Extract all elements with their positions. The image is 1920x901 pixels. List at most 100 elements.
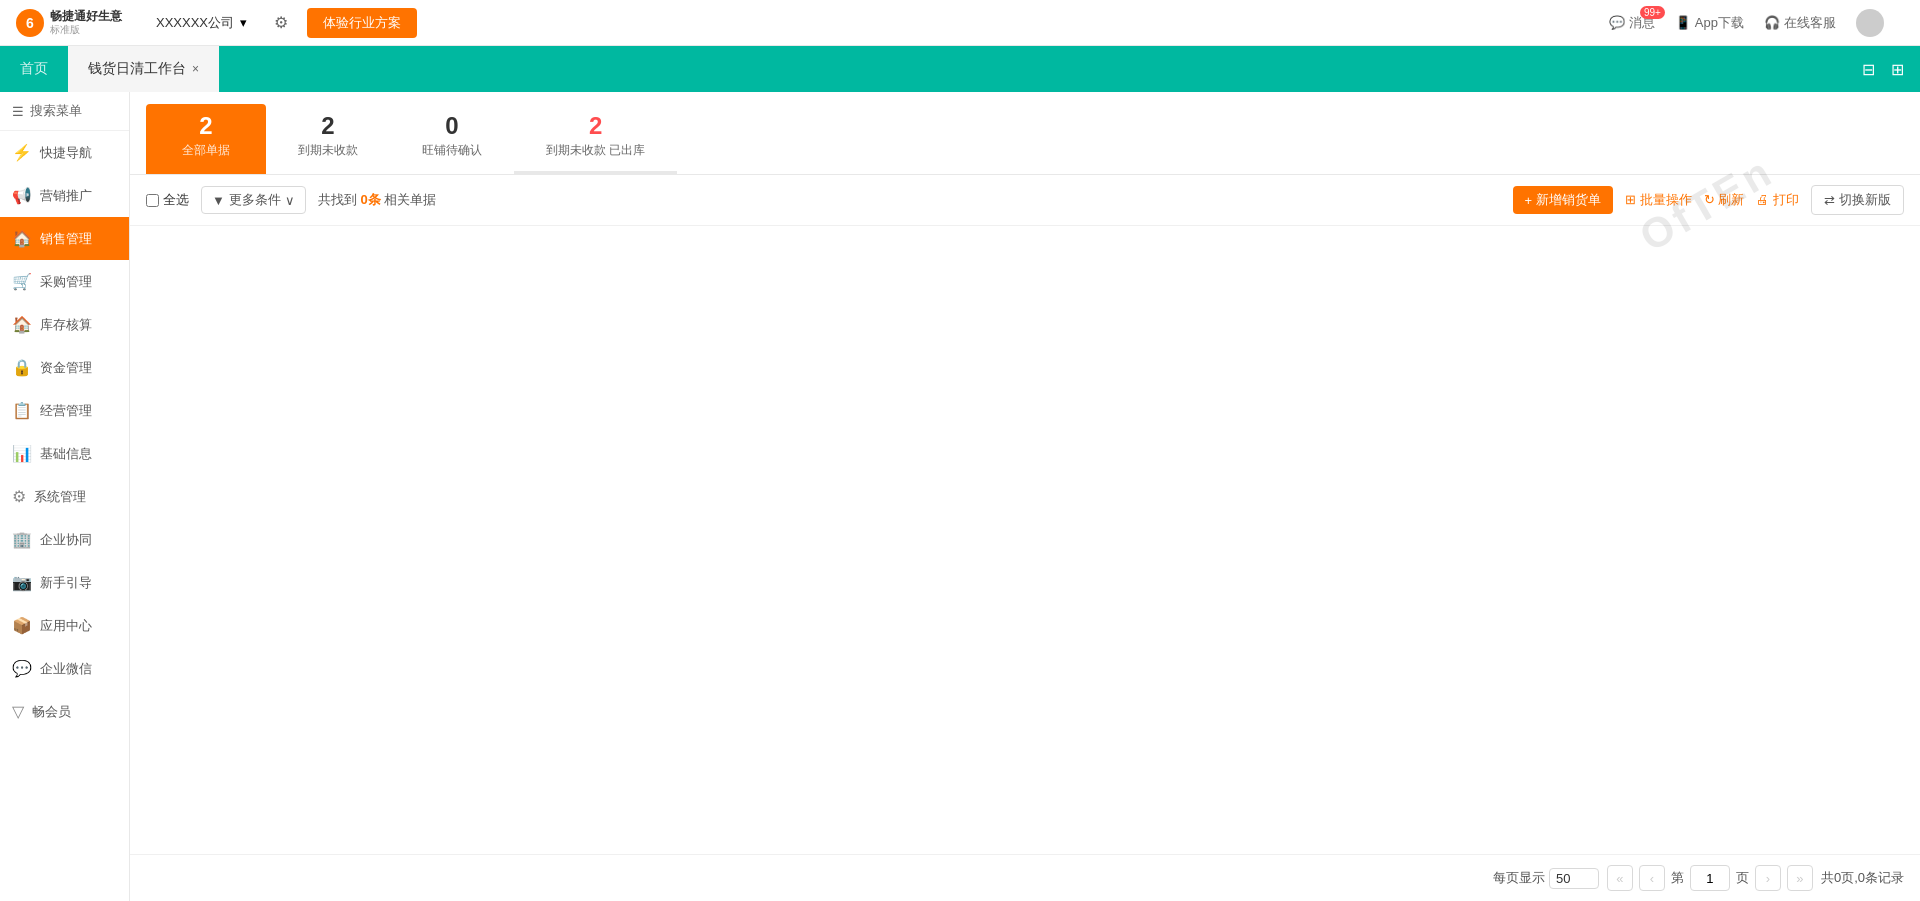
online-service-label: 在线客服 [1784,14,1836,32]
page-suffix: 页 [1736,869,1749,887]
phone-icon: 📱 [1675,15,1691,30]
next-page-button[interactable]: › [1755,865,1781,891]
stat-tab-shipped[interactable]: 2 到期未收款 已出库 [514,104,677,174]
stat-tab-pending[interactable]: 0 旺铺待确认 [390,104,514,174]
sidebar-item-inventory[interactable]: 🏠 库存核算 [0,303,129,346]
cart-icon: 🛒 [12,272,32,291]
stat-label-shipped: 到期未收款 已出库 [546,142,645,159]
company-name: XXXXXX公司 [156,14,234,32]
app-download-label: App下载 [1695,14,1744,32]
sidebar-label-inventory: 库存核算 [40,316,92,334]
found-prefix: 共找到 [318,192,357,207]
camera-icon: 📷 [12,573,32,592]
settings-icon[interactable]: ⚙ [267,9,295,37]
filter-label: 更多条件 [229,191,281,209]
building-icon: 🏢 [12,530,32,549]
sidebar-item-wechat[interactable]: 💬 企业微信 [0,647,129,690]
main-content: 2 全部单据 2 到期未收款 0 旺铺待确认 2 到期未收款 已出库 全选 [130,92,1920,901]
page-size-select: 每页显示 50 100 200 [1493,868,1599,889]
message-action[interactable]: 💬 消息 99+ [1609,14,1655,32]
sidebar-item-marketing[interactable]: 📢 营销推广 [0,174,129,217]
related-label: 相关单据 [384,192,436,207]
sidebar-item-guide[interactable]: 📷 新手引导 [0,561,129,604]
sidebar-item-appstore[interactable]: 📦 应用中心 [0,604,129,647]
sidebar-item-system[interactable]: ⚙ 系统管理 [0,475,129,518]
select-all-checkbox[interactable]: 全选 [146,191,189,209]
message-icon: 💬 [1609,15,1625,30]
stat-tab-all[interactable]: 2 全部单据 [146,104,266,174]
tab-bar: 首页 钱货日清工作台 × ⊟ ⊞ [0,46,1920,92]
company-selector[interactable]: XXXXXX公司 ▾ [148,10,255,36]
top-header: 6 畅捷通好生意 标准版 XXXXXX公司 ▾ ⚙ 体验行业方案 💬 消息 99… [0,0,1920,46]
app-download-action[interactable]: 📱 App下载 [1675,14,1744,32]
message-badge: 99+ [1640,6,1665,19]
trial-button[interactable]: 体验行业方案 [307,8,417,38]
sidebar-label-operation: 经营管理 [40,402,92,420]
sidebar-item-sales[interactable]: 🏠 销售管理 [0,217,129,260]
headset-icon: 🎧 [1764,15,1780,30]
member-icon: ▽ [12,702,24,721]
batch-action[interactable]: ⊞ 批量操作 [1625,191,1692,209]
page-label: 第 [1671,869,1684,887]
page-input[interactable] [1690,865,1730,891]
sidebar-label-purchase: 采购管理 [40,273,92,291]
filter-button[interactable]: ▼ 更多条件 ∨ [201,186,306,214]
sidebar-search[interactable]: ☰ 搜索菜单 [0,92,129,131]
sidebar-item-finance[interactable]: 🔒 资金管理 [0,346,129,389]
new-order-button[interactable]: + 新增销货单 [1513,186,1614,214]
stat-num-all: 2 [199,112,212,140]
sidebar-label-wechat: 企业微信 [40,660,92,678]
tab-daily[interactable]: 钱货日清工作台 × [68,46,219,92]
lock-icon: 🔒 [12,358,32,377]
tab-home-label: 首页 [20,60,48,78]
page-size-dropdown[interactable]: 50 100 200 [1549,868,1599,889]
stats-tabs: 2 全部单据 2 到期未收款 0 旺铺待确认 2 到期未收款 已出库 [130,92,1920,175]
avatar[interactable] [1856,9,1884,37]
filter-icon: ▼ [212,193,225,208]
batch-label: 批量操作 [1640,192,1692,207]
sidebar-label-guide: 新手引导 [40,574,92,592]
first-page-button[interactable]: « [1607,865,1633,891]
logo-main: 畅捷通好生意 [50,9,122,23]
sidebar-item-operation[interactable]: 📋 经营管理 [0,389,129,432]
print-icon: 🖨 [1756,192,1769,207]
sidebar-item-corp[interactable]: 🏢 企业协同 [0,518,129,561]
sidebar-label-finance: 资金管理 [40,359,92,377]
checkbox-input[interactable] [146,194,159,207]
total-text: 共0页,0条记录 [1821,869,1904,887]
sidebar-item-basic[interactable]: 📊 基础信息 [0,432,129,475]
sidebar-label-corp: 企业协同 [40,531,92,549]
refresh-action[interactable]: ↻ 刷新 [1704,191,1745,209]
new-version-button[interactable]: ⇄ 切换新版 [1811,185,1904,215]
tab-close-icon[interactable]: × [192,62,199,76]
header-right: 💬 消息 99+ 📱 App下载 🎧 在线客服 [1609,9,1904,37]
search-icon: ☰ [12,104,24,119]
sidebar-item-member[interactable]: ▽ 畅会员 [0,690,129,733]
sidebar-item-purchase[interactable]: 🛒 采购管理 [0,260,129,303]
tab-maximize-icon[interactable]: ⊞ [1887,56,1908,83]
logo-text: 畅捷通好生意 标准版 [50,9,122,35]
sidebar: ☰ 搜索菜单 ⚡ 快捷导航 📢 营销推广 🏠 销售管理 🛒 采购管理 🏠 库存核… [0,92,130,901]
table-area [130,226,1920,854]
lightning-icon: ⚡ [12,143,32,162]
logo-sub: 标准版 [50,24,122,36]
new-order-label: 新增销货单 [1536,191,1601,209]
prev-page-button[interactable]: ‹ [1639,865,1665,891]
print-action[interactable]: 🖨 打印 [1756,191,1799,209]
last-page-button[interactable]: » [1787,865,1813,891]
stat-tab-overdue[interactable]: 2 到期未收款 [266,104,390,174]
chevron-down-icon: ▾ [240,15,247,30]
sidebar-label-basic: 基础信息 [40,445,92,463]
stat-num-pending: 0 [445,112,458,140]
sidebar-label-member: 畅会员 [32,703,71,721]
house-icon: 🏠 [12,229,32,248]
tab-home[interactable]: 首页 [0,46,68,92]
grid-icon: 📊 [12,444,32,463]
sidebar-item-quick-nav[interactable]: ⚡ 快捷导航 [0,131,129,174]
content-area: 2 全部单据 2 到期未收款 0 旺铺待确认 2 到期未收款 已出库 全选 [130,92,1920,901]
found-text: 共找到 0条 相关单据 [318,191,436,209]
page-size-label: 每页显示 [1493,869,1545,887]
chat-icon: 💬 [12,659,32,678]
tab-minimize-icon[interactable]: ⊟ [1858,56,1879,83]
online-service-action[interactable]: 🎧 在线客服 [1764,14,1836,32]
